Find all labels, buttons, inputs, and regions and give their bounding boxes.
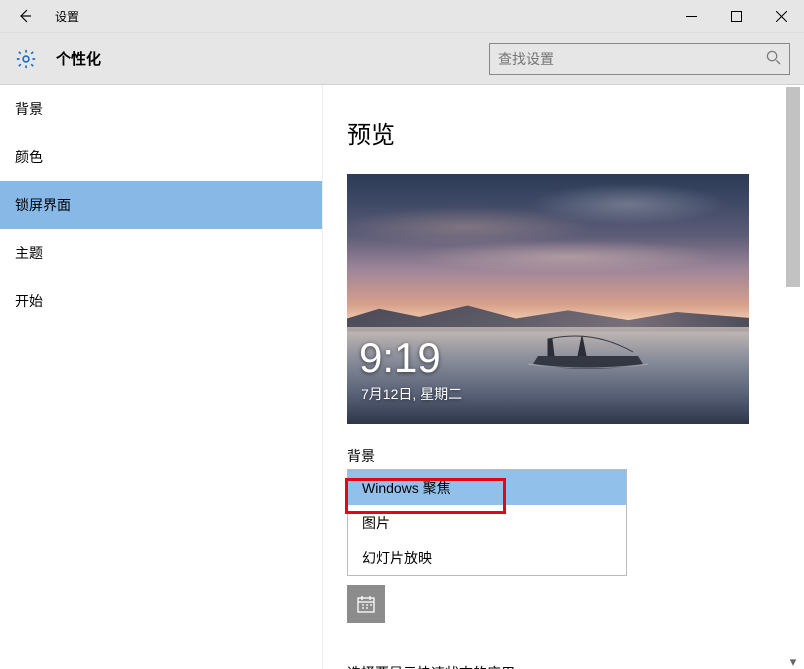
scroll-down-arrow-icon[interactable]: ▾ <box>786 655 800 669</box>
sidebar-item-label: 背景 <box>15 99 43 119</box>
header-row: 个性化 <box>0 33 804 85</box>
close-icon <box>776 11 787 22</box>
sidebar-item-background[interactable]: 背景 <box>0 85 322 133</box>
lock-date: 7月12日, 星期二 <box>361 384 462 404</box>
boat-illustration <box>528 334 648 374</box>
lock-time: 9:19 <box>359 334 441 382</box>
back-button[interactable] <box>10 1 40 31</box>
sidebar: 背景 颜色 锁屏界面 主题 开始 <box>0 85 323 669</box>
sidebar-item-start[interactable]: 开始 <box>0 277 322 325</box>
option-label: 图片 <box>362 513 390 533</box>
sidebar-item-label: 开始 <box>15 291 43 311</box>
scrollbar-thumb[interactable] <box>786 87 800 287</box>
lockscreen-preview: 9:19 7月12日, 星期二 <box>347 174 749 424</box>
window-title: 设置 <box>55 8 79 25</box>
option-label: Windows 聚焦 <box>362 478 451 498</box>
page-title: 个性化 <box>56 48 101 69</box>
main-content: 预览 9:19 7月12日, 星期二 背景 Windows 聚焦 图片 <box>323 85 804 669</box>
minimize-button[interactable] <box>669 1 714 31</box>
maximize-button[interactable] <box>714 1 759 31</box>
preview-heading: 预览 <box>347 115 779 150</box>
maximize-icon <box>731 11 742 22</box>
sidebar-item-label: 颜色 <box>15 147 43 167</box>
calendar-icon <box>356 594 376 614</box>
sidebar-item-colors[interactable]: 颜色 <box>0 133 322 181</box>
sidebar-item-lockscreen[interactable]: 锁屏界面 <box>0 181 322 229</box>
calendar-app-tile[interactable] <box>347 585 385 623</box>
background-option-slideshow[interactable]: 幻灯片放映 <box>348 540 626 575</box>
sidebar-item-label: 锁屏界面 <box>15 195 71 215</box>
titlebar: 设置 <box>0 0 804 33</box>
close-button[interactable] <box>759 1 804 31</box>
background-label: 背景 <box>347 446 779 466</box>
option-label: 幻灯片放映 <box>362 548 432 568</box>
search-icon <box>766 50 781 68</box>
background-option-spotlight[interactable]: Windows 聚焦 <box>348 470 626 505</box>
scrollbar[interactable]: ▴ ▾ <box>786 85 802 669</box>
back-arrow-icon <box>17 8 33 24</box>
sidebar-item-themes[interactable]: 主题 <box>0 229 322 277</box>
gear-icon <box>14 47 38 71</box>
quick-status-label: 选择要显示快速状态的应用 <box>347 663 779 669</box>
sidebar-item-label: 主题 <box>15 243 43 263</box>
minimize-icon <box>686 11 697 22</box>
background-option-picture[interactable]: 图片 <box>348 505 626 540</box>
background-dropdown[interactable]: Windows 聚焦 图片 幻灯片放映 <box>347 469 627 576</box>
search-box[interactable] <box>489 43 790 75</box>
search-input[interactable] <box>498 51 766 67</box>
